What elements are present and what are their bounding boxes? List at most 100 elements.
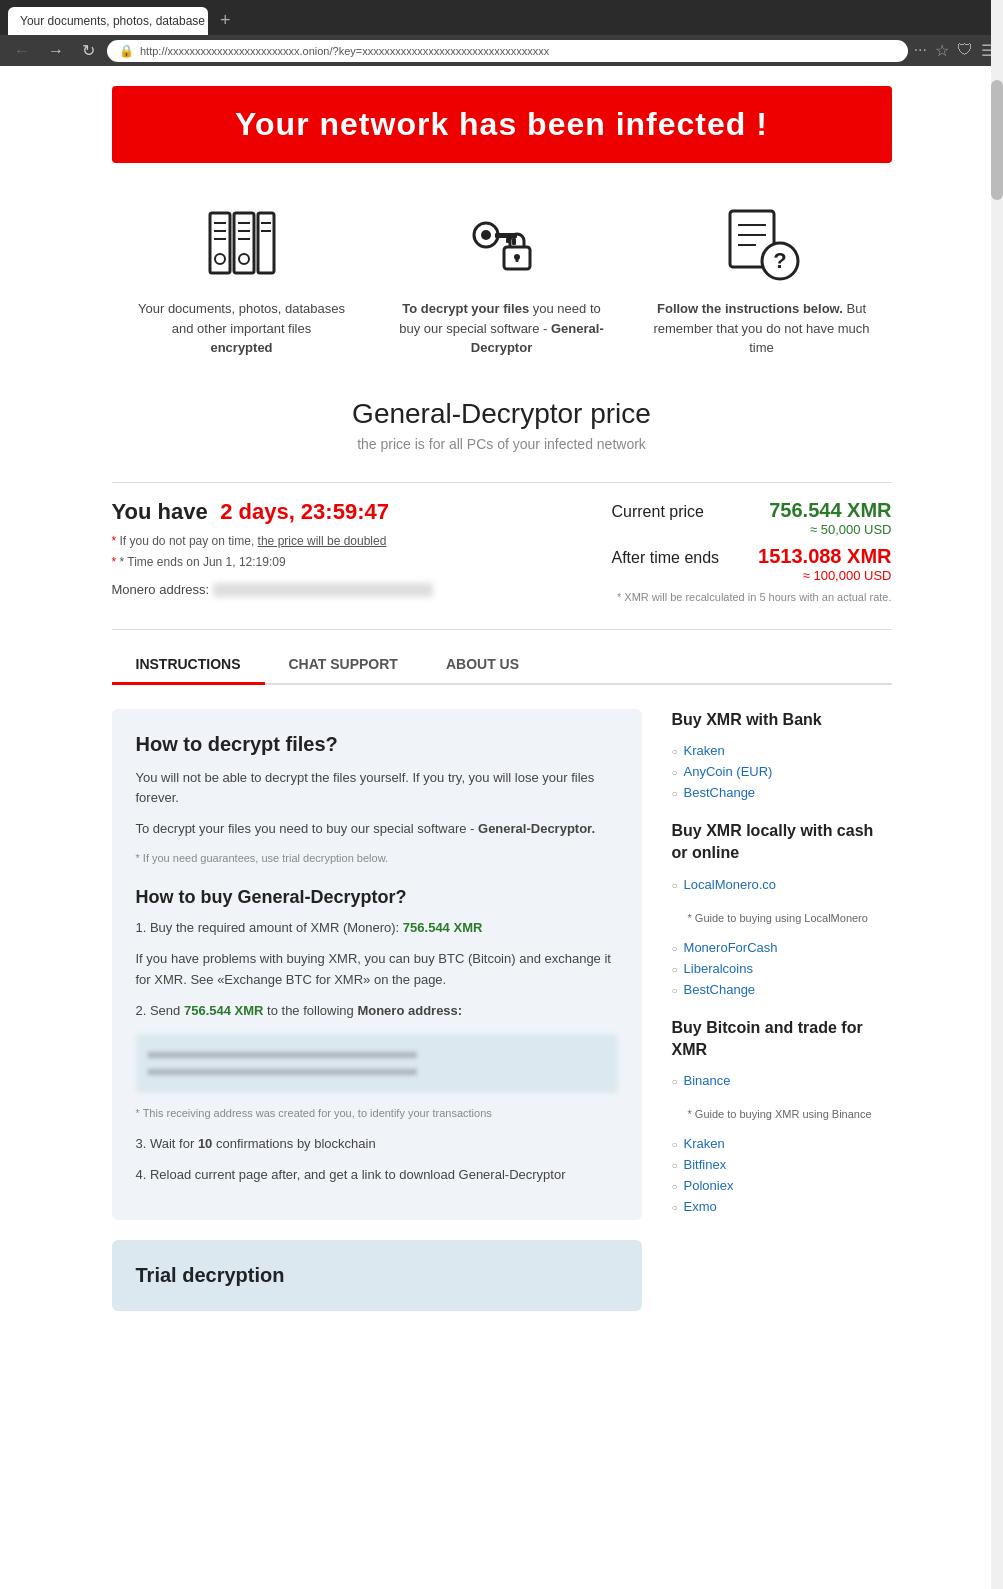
tab-instructions[interactable]: INSTRUCTIONS [112,646,265,685]
instructions-p3: * If you need guarantees, use trial decr… [136,850,618,868]
banner-text-red: infected [616,106,747,142]
forward-button[interactable]: → [42,40,70,62]
tab-bar: Your documents, photos, database × + [8,6,995,35]
link-poloniex: Poloniex [672,1178,892,1193]
instructions-title-1: How to decrypt files? [136,733,618,756]
icon-item-3: ? Follow the instructions below. But rem… [652,203,872,358]
price-section: General-Decryptor price the price is for… [112,398,892,452]
current-price-usd: ≈ 50,000 USD [769,522,891,537]
timer-display: You have 2 days, 23:59:47 [112,499,612,525]
tab-title: Your documents, photos, database [20,14,205,28]
link-exmo: Exmo [672,1199,892,1214]
link-kraken-1: Kraken [672,743,892,758]
after-price-amount: 1513.088 XMR [758,545,891,568]
instructions-step1: 1. Buy the required amount of XMR (Moner… [136,918,618,939]
link-kraken-2-anchor[interactable]: Kraken [684,1136,725,1151]
main-content: How to decrypt files? You will not be ab… [112,709,892,1312]
instructions-p2: To decrypt your files you need to buy ou… [136,819,618,840]
right-links-2b: MoneroForCash Liberalcoins BestChange [672,940,892,997]
localmonero-guide-note: * Guide to buying using LocalMonero [688,912,892,924]
icon-item-1: Your documents, photos, databases and ot… [132,203,352,358]
tabs-container: INSTRUCTIONS CHAT SUPPORT ABOUT US [112,646,892,685]
lock-icon: 🔒 [119,44,134,58]
link-kraken-2: Kraken [672,1136,892,1151]
link-binance-anchor[interactable]: Binance [684,1073,731,1088]
after-price-row: After time ends 1513.088 XMR ≈ 100,000 U… [612,545,892,583]
svg-point-14 [481,230,491,240]
doubled-link[interactable]: the price will be doubled [258,534,387,548]
timer-price-row: You have 2 days, 23:59:47 * If you do no… [112,499,892,613]
timer-notes: * If you do not pay on time, the price w… [112,531,612,574]
new-tab-button[interactable]: + [212,6,239,35]
step1-amount: 756.544 XMR [403,920,483,935]
address-bar[interactable]: 🔒 http://xxxxxxxxxxxxxxxxxxxxxxxx.onion/… [107,40,908,62]
shield-icon[interactable]: 🛡 [957,41,973,60]
link-localmonero-anchor[interactable]: LocalMonero.co [684,877,777,892]
link-liberalcoins-anchor[interactable]: Liberalcoins [684,961,753,976]
price-subtitle: the price is for all PCs of your infecte… [112,436,892,452]
browser-chrome: Your documents, photos, database × + [0,0,1003,35]
right-section-2-title: Buy XMR locally with cash or online [672,820,892,865]
price-right: Current price 756.544 XMR ≈ 50,000 USD A… [612,499,892,603]
right-links-3b: Kraken Bitfinex Poloniex Exmo [672,1136,892,1214]
url-text: http://xxxxxxxxxxxxxxxxxxxxxxxx.onion/?k… [140,45,896,57]
link-moneroforcash-anchor[interactable]: MoneroForCash [684,940,778,955]
instructions-step2: 2. Send 756.544 XMR to the following Mon… [136,1001,618,1022]
left-content: How to decrypt files? You will not be ab… [112,709,642,1312]
svg-rect-16 [512,238,516,245]
icon-text-1: Your documents, photos, databases and ot… [132,299,352,358]
icon-item-2: To decrypt your files you need to buy ou… [392,203,612,358]
page-content: Your network has been infected ! [72,66,932,1331]
timer-note-2: * * Time ends on Jun 1, 12:19:09 [112,552,612,574]
current-price-values: 756.544 XMR ≈ 50,000 USD [769,499,891,537]
instructions-p1: You will not be able to decrypt the file… [136,768,618,810]
after-price-values: 1513.088 XMR ≈ 100,000 USD [758,545,891,583]
monero-address-blurred: xxxxxxxxxxxxxxxxxxxxxxxxxxxxxxxxxxxxxxxx… [148,1048,418,1078]
step2-amount: 756.544 XMR [184,1003,264,1018]
menu-dots-icon[interactable]: ··· [914,41,927,60]
svg-point-8 [215,254,225,264]
link-kraken-1-anchor[interactable]: Kraken [684,743,725,758]
encrypted-files-icon [202,203,282,283]
right-links-1: Kraken AnyCoin (EUR) BestChange [672,743,892,800]
current-price-row: Current price 756.544 XMR ≈ 50,000 USD [612,499,892,537]
link-moneroforcash: MoneroForCash [672,940,892,955]
current-price-label: Current price [612,503,704,521]
icon-text-2: To decrypt your files you need to buy ou… [392,299,612,358]
nav-bar: ← → ↻ 🔒 http://xxxxxxxxxxxxxxxxxxxxxxxx.… [0,35,1003,66]
right-section-3-title: Buy Bitcoin and trade for XMR [672,1017,892,1062]
banner-text-black: Your network has been [235,106,606,142]
link-anycoin-anchor[interactable]: AnyCoin (EUR) [684,764,773,779]
instructions-title-2: How to buy General-Decryptor? [136,887,618,908]
link-exmo-anchor[interactable]: Exmo [684,1199,717,1214]
scrollbar-thumb[interactable] [991,80,1003,200]
link-bitfinex-anchor[interactable]: Bitfinex [684,1157,727,1172]
link-bestchange-2: BestChange [672,982,892,997]
link-bestchange-1-anchor[interactable]: BestChange [684,785,756,800]
timer-label: You have [112,499,208,524]
nav-icons: ··· ☆ 🛡 ☰ [914,41,995,60]
back-button[interactable]: ← [8,40,36,62]
tab-about-us[interactable]: ABOUT US [422,646,543,685]
refresh-button[interactable]: ↻ [76,39,101,62]
link-poloniex-anchor[interactable]: Poloniex [684,1178,734,1193]
link-anycoin: AnyCoin (EUR) [672,764,892,779]
address-blur-inline [213,583,433,597]
link-bestchange-2-anchor[interactable]: BestChange [684,982,756,997]
right-links-3: Binance [672,1073,892,1088]
monero-address-box: xxxxxxxxxxxxxxxxxxxxxxxxxxxxxxxxxxxxxxxx… [136,1034,618,1093]
divider-1 [112,482,892,483]
price-note: * XMR will be recalculated in 5 hours wi… [612,591,892,603]
star-icon[interactable]: ☆ [935,41,949,60]
tab-chat-support[interactable]: CHAT SUPPORT [265,646,422,685]
right-links-2: LocalMonero.co [672,877,892,892]
trial-title: Trial decryption [136,1264,618,1287]
svg-point-9 [239,254,249,264]
after-price-label: After time ends [612,549,720,567]
banner-title: Your network has been infected ! [132,106,872,143]
icon-text-3: Follow the instructions below. But remem… [652,299,872,358]
after-price-usd: ≈ 100,000 USD [758,568,891,583]
current-price-amount: 756.544 XMR [769,499,891,522]
scrollbar-track [991,0,1003,1589]
active-tab[interactable]: Your documents, photos, database × [8,7,208,35]
